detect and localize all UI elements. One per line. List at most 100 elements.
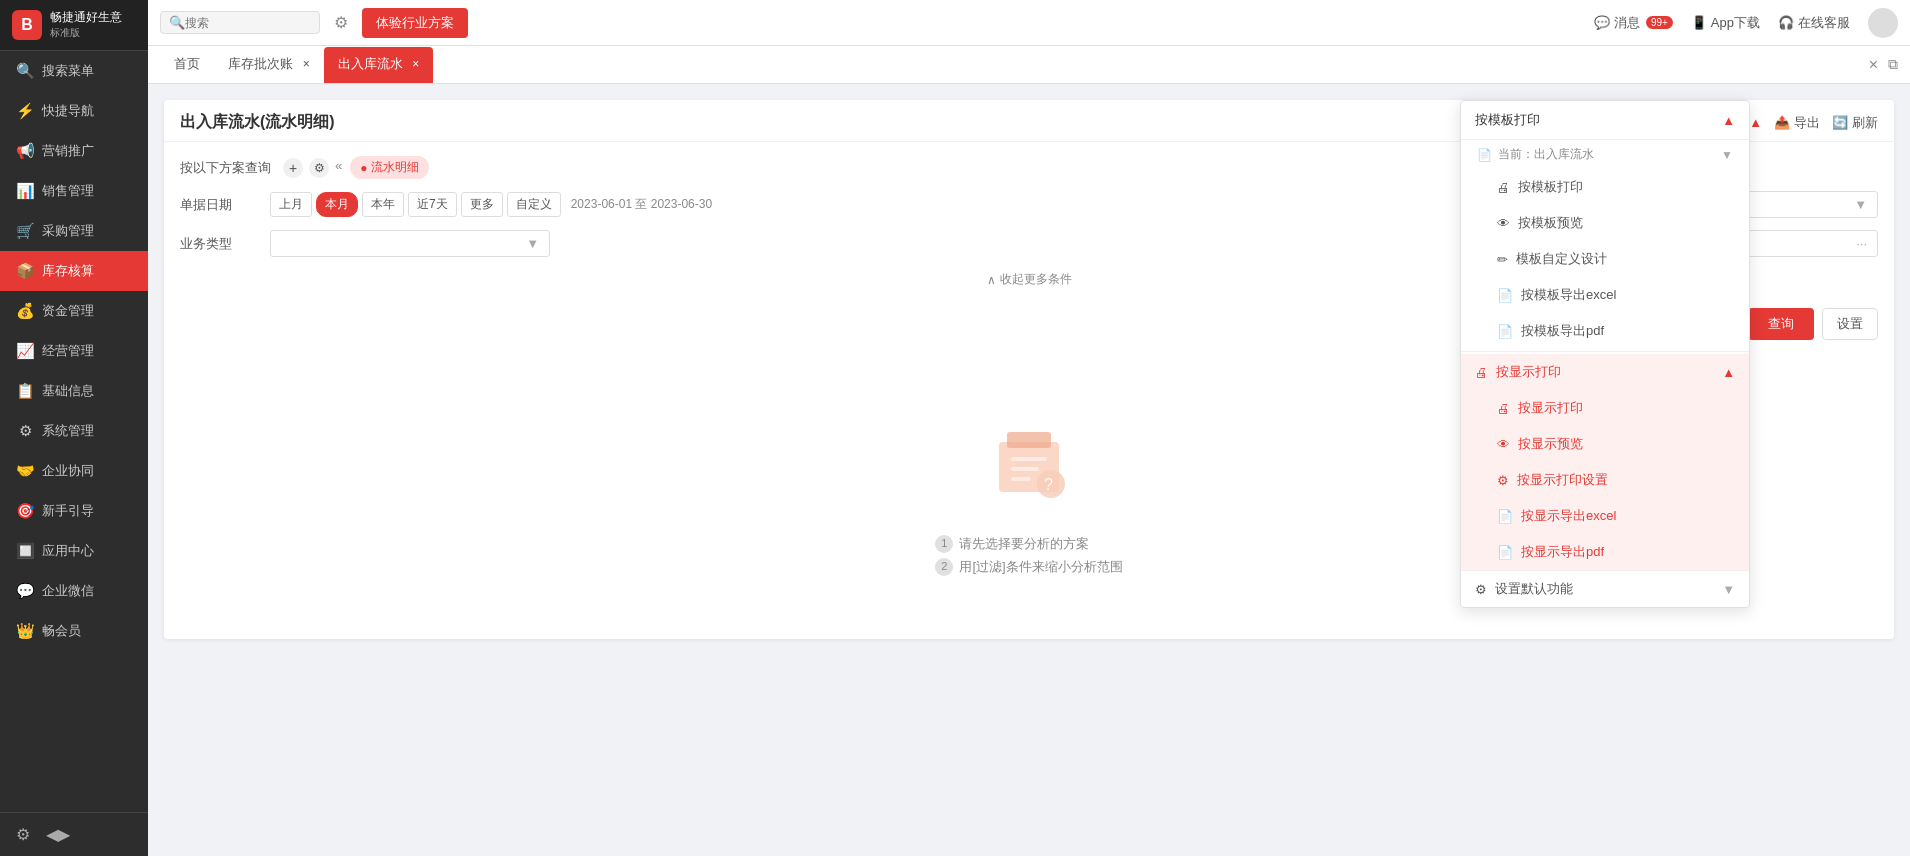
sidebar-item-sales[interactable]: 📊销售管理 [0, 171, 148, 211]
app-download-btn[interactable]: 📱 App下载 [1691, 14, 1760, 32]
sidebar-item-basic[interactable]: 📋基础信息 [0, 371, 148, 411]
export-icon: 📤 [1774, 115, 1790, 130]
sidebar-item-marketing[interactable]: 📢营销推广 [0, 131, 148, 171]
add-filter-btn[interactable]: + [283, 158, 303, 178]
setting-button[interactable]: 设置 [1822, 308, 1878, 340]
biz-type-select[interactable]: ▼ [270, 230, 550, 257]
display-section-header[interactable]: 🖨 按显示打印 ▲ [1461, 354, 1749, 390]
dropdown-display-pdf[interactable]: 📄 按显示导出pdf [1461, 534, 1749, 570]
sidebar-item-guide[interactable]: 🎯新手引导 [0, 491, 148, 531]
template-custom-label: 模板自定义设计 [1516, 250, 1607, 268]
service-label: 在线客服 [1798, 14, 1850, 32]
sidebar-item-quicknav[interactable]: ⚡快捷导航 [0, 91, 148, 131]
date-btn-custom[interactable]: 自定义 [507, 192, 561, 217]
collapse-more-btn[interactable]: ∧ 收起更多条件 [981, 265, 1078, 294]
filter-collapse-btn[interactable]: « [335, 158, 342, 178]
tab-flow-close[interactable]: × [412, 57, 419, 71]
gear-icon[interactable]: ⚙ [330, 9, 352, 36]
dropdown-template-print[interactable]: 🖨 按模板打印 [1461, 169, 1749, 205]
dropdown-display-preview[interactable]: 👁 按显示预览 [1461, 426, 1749, 462]
inventory-icon: 📦 [16, 262, 34, 280]
member-icon: 👑 [16, 622, 34, 640]
search-input[interactable] [185, 16, 305, 30]
message-badge: 99+ [1646, 16, 1673, 29]
topbar-right: 💬 消息 99+ 📱 App下载 🎧 在线客服 [1594, 8, 1898, 38]
filter-settings-btn[interactable]: ⚙ [309, 158, 329, 178]
dropdown-template-pdf[interactable]: 📄 按模板导出pdf [1461, 313, 1749, 349]
export-btn[interactable]: 📤 导出 [1774, 114, 1820, 132]
date-btn-7days[interactable]: 近7天 [408, 192, 457, 217]
svg-text:?: ? [1044, 476, 1053, 493]
tab-batch[interactable]: 库存批次账 × [214, 47, 324, 83]
sidebar-item-inventory[interactable]: 📦库存核算 [0, 251, 148, 291]
collapse-icon[interactable]: ◀▶ [46, 825, 70, 844]
sidebar-item-search[interactable]: 🔍搜索菜单 [0, 51, 148, 91]
display-excel-icon: 📄 [1497, 509, 1513, 524]
query-button[interactable]: 查询 [1748, 308, 1814, 340]
operation-icon: 📈 [16, 342, 34, 360]
sidebar-item-weixin[interactable]: 💬企业微信 [0, 571, 148, 611]
avatar[interactable] [1868, 8, 1898, 38]
dropdown-template-custom[interactable]: ✏ 模板自定义设计 [1461, 241, 1749, 277]
sidebar-item-label-member: 畅会员 [42, 622, 81, 640]
tab-home[interactable]: 首页 [160, 47, 214, 83]
customer-service-btn[interactable]: 🎧 在线客服 [1778, 14, 1850, 32]
date-range-text: 2023-06-01 至 2023-06-30 [571, 196, 712, 213]
sidebar-item-label-guide: 新手引导 [42, 502, 94, 520]
warehouse-more[interactable]: ··· [1856, 236, 1867, 251]
dropdown-template-preview[interactable]: 👁 按模板预览 [1461, 205, 1749, 241]
step-1-num: 1 [935, 535, 953, 553]
search-box[interactable]: 🔍 [160, 11, 320, 34]
tab-flow[interactable]: 出入库流水 × [324, 47, 434, 83]
date-buttons: 上月 本月 本年 近7天 更多 自定义 2023-06-01 至 2023-06… [270, 192, 712, 217]
sidebar-item-collab[interactable]: 🤝企业协同 [0, 451, 148, 491]
svg-rect-4 [1011, 477, 1031, 481]
dropdown-template-excel[interactable]: 📄 按模板导出excel [1461, 277, 1749, 313]
purchase-icon: 🛒 [16, 222, 34, 240]
refresh-btn[interactable]: 🔄 刷新 [1832, 114, 1878, 132]
industry-btn[interactable]: 体验行业方案 [362, 8, 468, 38]
tab-batch-close[interactable]: × [303, 57, 310, 71]
date-btn-lastmonth[interactable]: 上月 [270, 192, 312, 217]
tab-batch-label: 库存批次账 [228, 56, 293, 71]
sidebar-item-finance[interactable]: 💰资金管理 [0, 291, 148, 331]
sidebar-item-operation[interactable]: 📈经营管理 [0, 331, 148, 371]
sidebar-item-label-weixin: 企业微信 [42, 582, 94, 600]
sidebar-item-system[interactable]: ⚙系统管理 [0, 411, 148, 451]
window-restore-icon[interactable]: ⧉ [1888, 56, 1898, 74]
sidebar-item-purchase[interactable]: 🛒采购管理 [0, 211, 148, 251]
dropdown-chevron-up[interactable]: ▲ [1722, 113, 1735, 128]
display-pdf-label: 按显示导出pdf [1521, 543, 1604, 561]
sidebar-item-apps[interactable]: 🔲应用中心 [0, 531, 148, 571]
message-btn[interactable]: 💬 消息 99+ [1594, 14, 1673, 32]
filter-tag[interactable]: ● 流水明细 [350, 156, 429, 179]
search-icon: 🔍 [169, 15, 185, 30]
dropdown-display-excel[interactable]: 📄 按显示导出excel [1461, 498, 1749, 534]
sidebar-item-label-system: 系统管理 [42, 422, 94, 440]
window-close-icon[interactable]: × [1869, 56, 1878, 74]
dropdown-display-print[interactable]: 🖨 按显示打印 [1461, 390, 1749, 426]
empty-step-2: 2 用[过滤]条件来缩小分析范围 [935, 555, 1122, 578]
sidebar-item-member[interactable]: 👑 畅会员 [0, 611, 148, 651]
date-btn-more[interactable]: 更多 [461, 192, 503, 217]
filter-header-label: 按以下方案查询 [180, 159, 271, 177]
dropdown-display-settings[interactable]: ⚙ 按显示打印设置 [1461, 462, 1749, 498]
empty-step-1: 1 请先选择要分析的方案 [935, 532, 1122, 555]
logo-sub: 标准版 [50, 26, 122, 40]
chevron-up-icon: ▲ [1749, 115, 1762, 130]
footer-settings-icon: ⚙ [1475, 582, 1487, 597]
settings-icon[interactable]: ⚙ [16, 825, 30, 844]
template-preview-icon: 👁 [1497, 216, 1510, 231]
current-chevron[interactable]: ▼ [1721, 148, 1733, 162]
marketing-icon: 📢 [16, 142, 34, 160]
sidebar-bottom: ⚙ ◀▶ [0, 812, 148, 856]
date-btn-thisyear[interactable]: 本年 [362, 192, 404, 217]
dropdown-footer[interactable]: ⚙ 设置默认功能 ▼ [1461, 570, 1749, 607]
date-btn-thismonth[interactable]: 本月 [316, 192, 358, 217]
quicknav-icon: ⚡ [16, 102, 34, 120]
display-print-icon: 🖨 [1497, 401, 1510, 416]
sidebar: B 畅捷通好生意 标准版 🔍搜索菜单⚡快捷导航📢营销推广📊销售管理🛒采购管理📦库… [0, 0, 148, 856]
display-preview-icon: 👁 [1497, 437, 1510, 452]
collab-icon: 🤝 [16, 462, 34, 480]
sidebar-item-label-sales: 销售管理 [42, 182, 94, 200]
